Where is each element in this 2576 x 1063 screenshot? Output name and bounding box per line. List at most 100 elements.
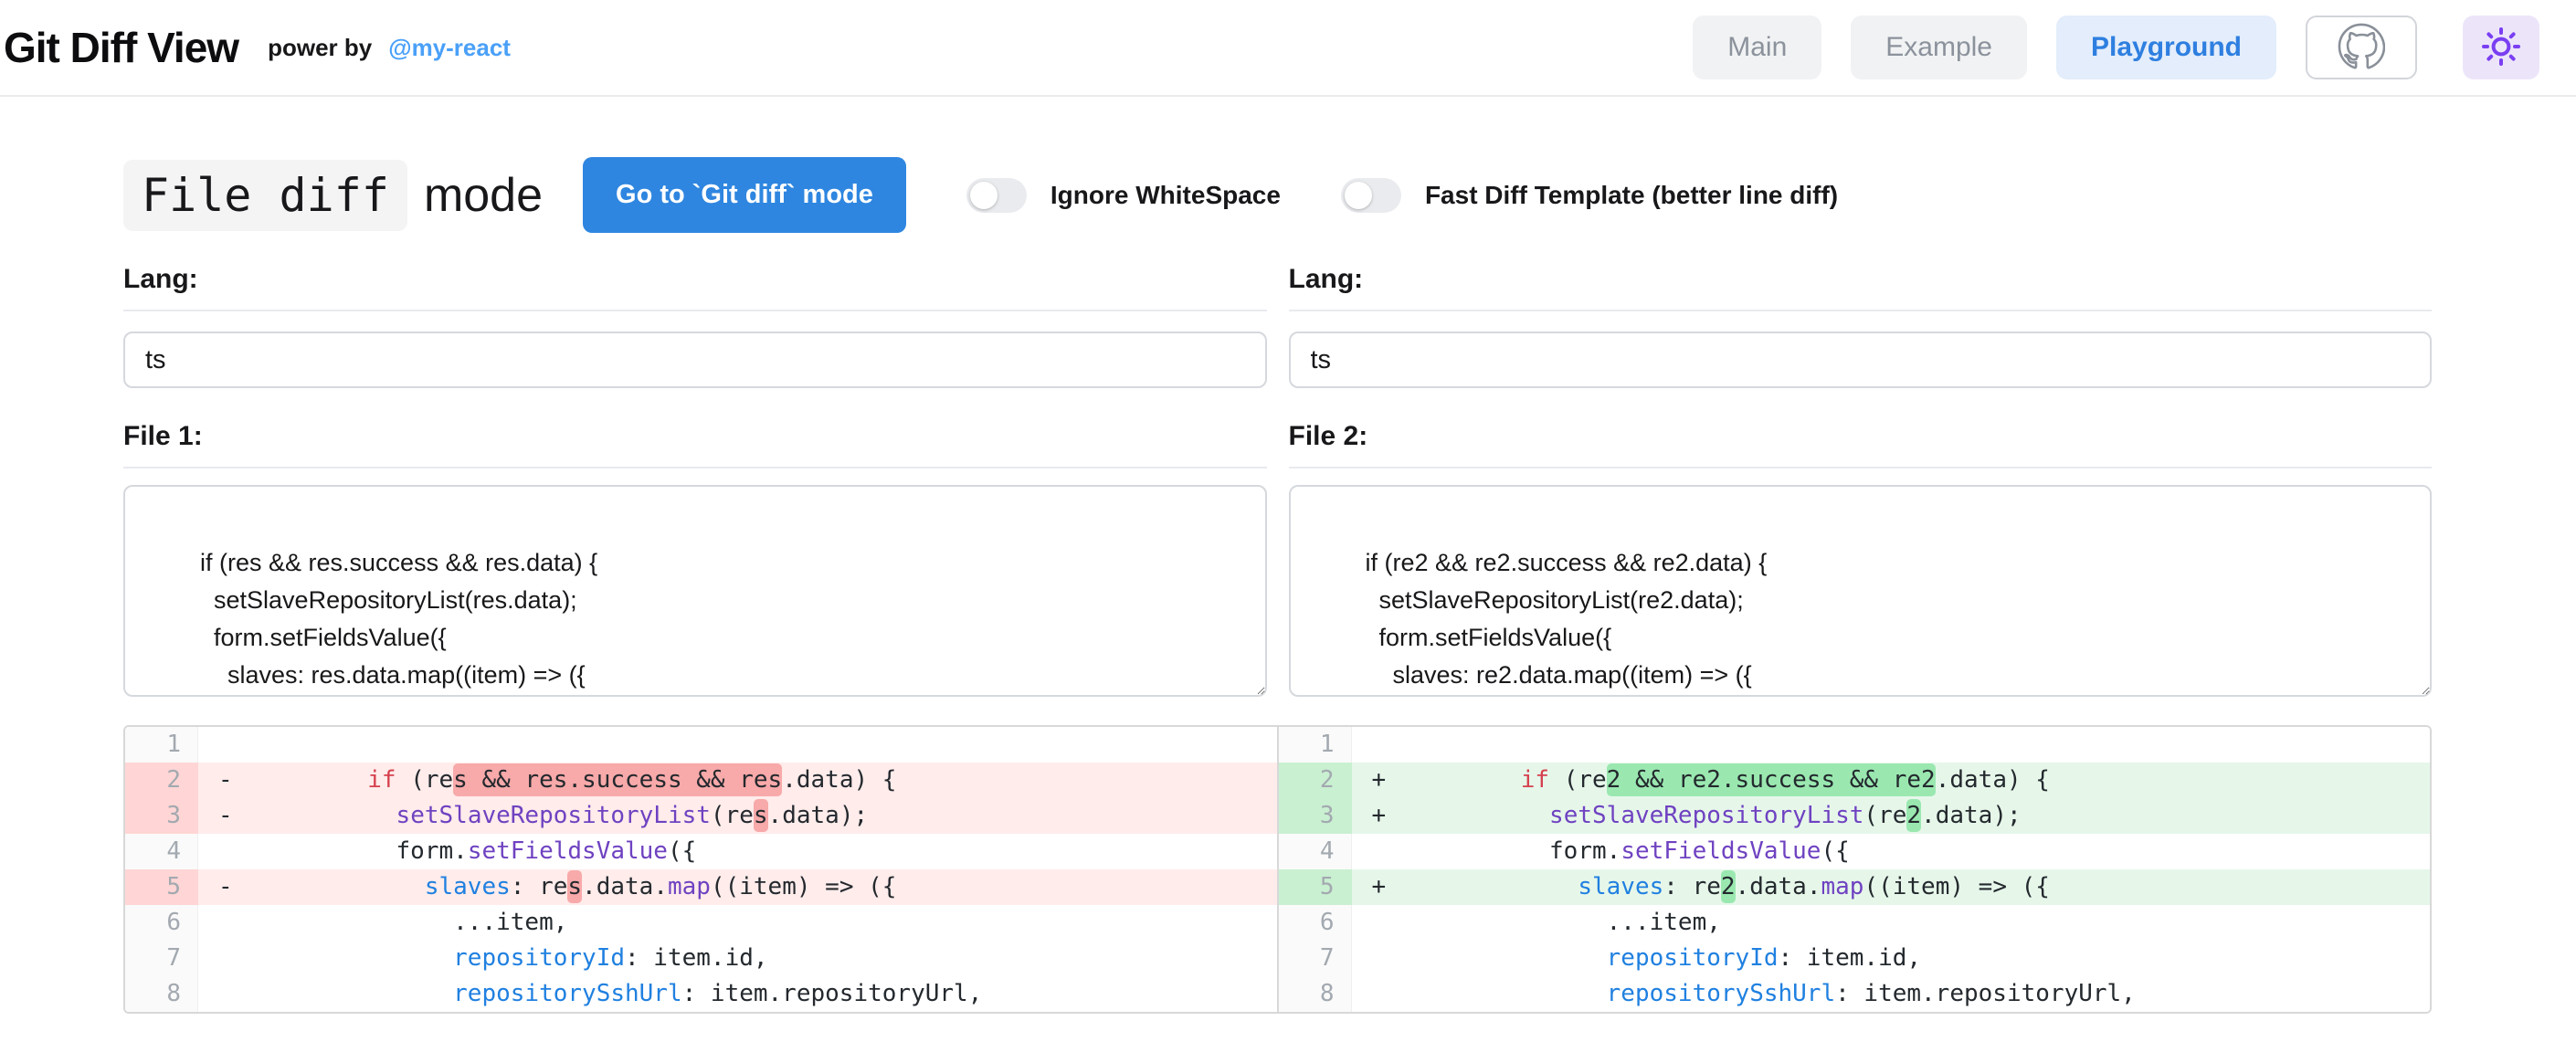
file1-label: File 1:	[123, 421, 1267, 468]
main-button[interactable]: Main	[1693, 16, 1821, 79]
diff-marker	[1352, 905, 1407, 941]
code-line: slaves: re2.data.map((item) => ({	[1407, 869, 2431, 905]
diff-marker	[198, 905, 253, 941]
diff-marker	[1352, 941, 1407, 976]
ignore-whitespace-group: Ignore WhiteSpace	[966, 178, 1281, 213]
diff-view: 12- if (res && res.success && res.data) …	[123, 725, 2432, 1014]
diff-marker	[1352, 834, 1407, 869]
page-title: File diff mode	[123, 160, 543, 231]
diff-row: 4 form.setFieldsValue({	[1279, 834, 2431, 869]
line-number: 8	[125, 976, 198, 1012]
file2-textarea[interactable]: if (re2 && re2.success && re2.data) { se…	[1289, 485, 2433, 697]
line-number: 5	[125, 869, 198, 905]
header-nav: Main Example Playground	[1693, 16, 2539, 79]
ignore-whitespace-toggle[interactable]	[966, 178, 1027, 213]
line-number: 6	[1279, 905, 1352, 941]
line-number: 8	[1279, 976, 1352, 1012]
fast-diff-group: Fast Diff Template (better line diff)	[1341, 178, 1838, 213]
diff-row: 6 ...item,	[125, 905, 1277, 941]
code-line: if (res && res.success && res.data) {	[253, 763, 1277, 798]
github-button[interactable]	[2306, 16, 2417, 79]
mode-controls: File diff mode Go to `Git diff` mode Ign…	[123, 157, 2432, 233]
line-number: 4	[1279, 834, 1352, 869]
diff-marker	[1352, 727, 1407, 763]
fast-diff-label: Fast Diff Template (better line diff)	[1425, 181, 1838, 210]
diff-row: 5+ slaves: re2.data.map((item) => ({	[1279, 869, 2431, 905]
diff-marker: +	[1352, 798, 1407, 834]
code-line: form.setFieldsValue({	[253, 834, 1277, 869]
code-line: repositorySshUrl: item.repositoryUrl,	[1407, 976, 2431, 1012]
diff-row: 7 repositoryId: item.id,	[1279, 941, 2431, 976]
code-line	[253, 727, 1277, 763]
code-line: slaves: res.data.map((item) => ({	[253, 869, 1277, 905]
file-panels: Lang: File 1: if (res && res.success && …	[123, 264, 2432, 701]
diff-marker	[198, 976, 253, 1012]
line-number: 2	[1279, 763, 1352, 798]
code-line: repositoryId: item.id,	[1407, 941, 2431, 976]
power-by-text: power by	[268, 34, 372, 62]
diff-row: 8 repositorySshUrl: item.repositoryUrl,	[125, 976, 1277, 1012]
diff-row: 3+ setSlaveRepositoryList(re2.data);	[1279, 798, 2431, 834]
code-line: if (re2 && re2.success && re2.data) {	[1407, 763, 2431, 798]
brand: Git Diff View power by @my-react	[4, 23, 511, 72]
code-line: setSlaveRepositoryList(res.data);	[253, 798, 1277, 834]
diff-pane-left: 12- if (res && res.success && res.data) …	[125, 727, 1277, 1012]
sun-icon	[2479, 25, 2523, 71]
fast-diff-toggle[interactable]	[1341, 178, 1401, 213]
diff-row: 2- if (res && res.success && res.data) {	[125, 763, 1277, 798]
example-button[interactable]: Example	[1851, 16, 2027, 79]
diff-row: 5- slaves: res.data.map((item) => ({	[125, 869, 1277, 905]
diff-marker: +	[1352, 763, 1407, 798]
file1-textarea[interactable]: if (res && res.success && res.data) { se…	[123, 485, 1267, 697]
mode-suffix: mode	[424, 168, 543, 223]
diff-marker	[198, 941, 253, 976]
diff-marker: +	[1352, 869, 1407, 905]
diff-marker: -	[198, 798, 253, 834]
code-line: form.setFieldsValue({	[1407, 834, 2431, 869]
line-number: 6	[125, 905, 198, 941]
diff-pane-right: 12+ if (re2 && re2.success && re2.data) …	[1277, 727, 2431, 1012]
lang-input-2[interactable]	[1289, 332, 2433, 388]
lang-label-1: Lang:	[123, 264, 1267, 311]
line-number: 3	[125, 798, 198, 834]
toggle-knob	[1345, 182, 1372, 209]
diff-row: 1	[1279, 727, 2431, 763]
line-number: 1	[125, 727, 198, 763]
toggle-knob	[970, 182, 998, 209]
code-line: ...item,	[253, 905, 1277, 941]
playground-button[interactable]: Playground	[2056, 16, 2276, 79]
diff-row: 7 repositoryId: item.id,	[125, 941, 1277, 976]
diff-marker	[198, 834, 253, 869]
file2-panel: Lang: File 2: if (re2 && re2.success && …	[1289, 264, 2433, 701]
file1-panel: Lang: File 1: if (res && res.success && …	[123, 264, 1267, 701]
line-number: 7	[125, 941, 198, 976]
code-line: repositorySshUrl: item.repositoryUrl,	[253, 976, 1277, 1012]
diff-row: 3- setSlaveRepositoryList(res.data);	[125, 798, 1277, 834]
line-number: 1	[1279, 727, 1352, 763]
diff-row: 2+ if (re2 && re2.success && re2.data) {	[1279, 763, 2431, 798]
line-number: 5	[1279, 869, 1352, 905]
theme-toggle-button[interactable]	[2463, 16, 2539, 79]
line-number: 4	[125, 834, 198, 869]
my-react-link[interactable]: @my-react	[388, 34, 511, 62]
diff-marker: -	[198, 763, 253, 798]
switch-mode-button[interactable]: Go to `Git diff` mode	[583, 157, 906, 233]
ignore-whitespace-label: Ignore WhiteSpace	[1050, 181, 1281, 210]
diff-row: 1	[125, 727, 1277, 763]
diff-marker	[198, 727, 253, 763]
line-number: 3	[1279, 798, 1352, 834]
code-line	[1407, 727, 2431, 763]
code-line: repositoryId: item.id,	[253, 941, 1277, 976]
main-content: File diff mode Go to `Git diff` mode Ign…	[0, 157, 2576, 1063]
diff-row: 4 form.setFieldsValue({	[125, 834, 1277, 869]
file2-label: File 2:	[1289, 421, 2433, 468]
code-line: setSlaveRepositoryList(re2.data);	[1407, 798, 2431, 834]
app-title: Git Diff View	[4, 23, 238, 72]
header: Git Diff View power by @my-react Main Ex…	[0, 0, 2576, 97]
line-number: 7	[1279, 941, 1352, 976]
lang-input-1[interactable]	[123, 332, 1267, 388]
github-icon	[2338, 23, 2385, 73]
line-number: 2	[125, 763, 198, 798]
mode-code-chip: File diff	[123, 160, 407, 231]
diff-marker: -	[198, 869, 253, 905]
